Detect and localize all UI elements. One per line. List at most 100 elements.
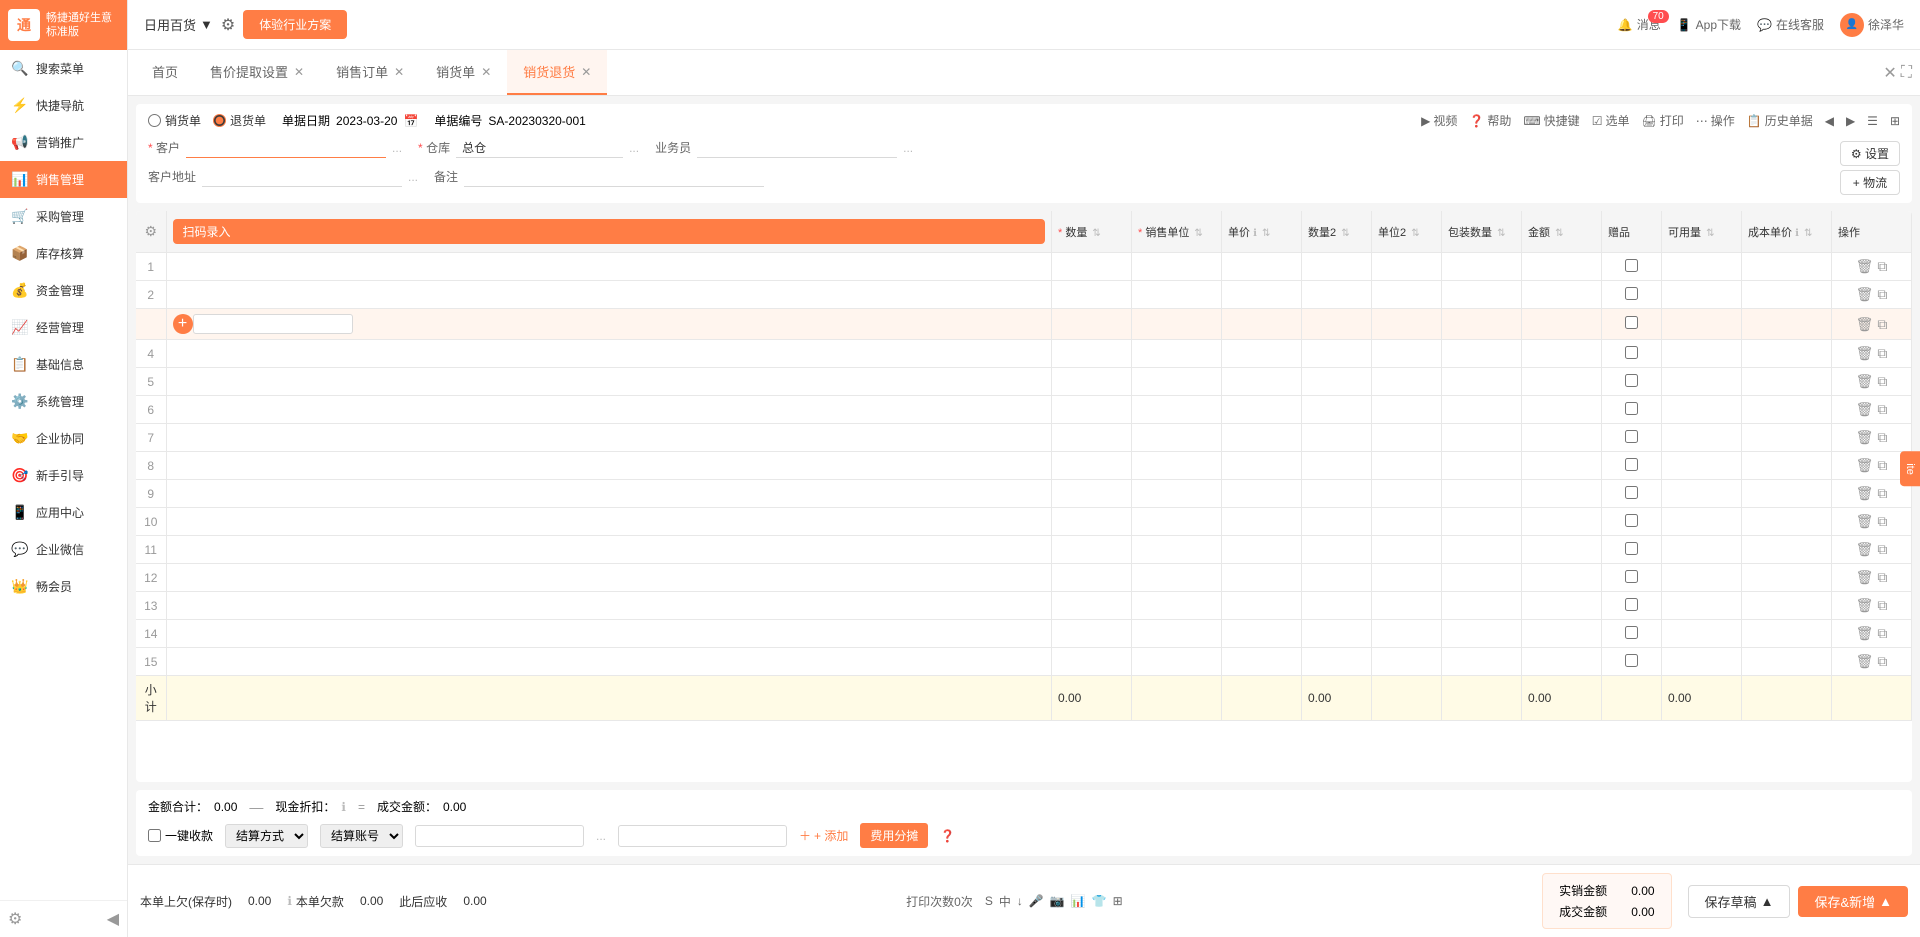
price-cell[interactable] — [1222, 480, 1302, 508]
tool-2[interactable]: 中 — [999, 893, 1011, 910]
price-cell[interactable] — [1222, 508, 1302, 536]
packqty-cell[interactable] — [1442, 396, 1522, 424]
packqty-cell[interactable] — [1442, 564, 1522, 592]
qty2-cell[interactable] — [1302, 253, 1372, 281]
available-cell[interactable] — [1662, 253, 1742, 281]
copy-row-btn[interactable]: ⧉ — [1877, 373, 1887, 390]
price-cell[interactable] — [1222, 620, 1302, 648]
qty-cell[interactable] — [1052, 424, 1132, 452]
unit-cell[interactable] — [1132, 648, 1222, 676]
video-btn[interactable]: ▶ 视频 — [1421, 112, 1457, 129]
unit2-sort-icon[interactable]: ⇅ — [1411, 228, 1419, 239]
unit-cell[interactable] — [1132, 564, 1222, 592]
gift-cell[interactable] — [1602, 480, 1662, 508]
available-cell[interactable] — [1662, 592, 1742, 620]
gift-cell[interactable] — [1602, 620, 1662, 648]
amount-sort-icon[interactable]: ⇅ — [1555, 228, 1563, 239]
copy-row-btn[interactable]: ⧉ — [1877, 569, 1887, 586]
unit2-cell[interactable] — [1372, 253, 1442, 281]
delete-row-btn[interactable]: 🗑 — [1856, 485, 1874, 502]
add-btn[interactable]: ＋ + 添加 — [799, 827, 848, 844]
packqty-cell[interactable] — [1442, 592, 1522, 620]
unit2-cell[interactable] — [1372, 309, 1442, 340]
save-draft-btn[interactable]: 保存草稿 ▲ — [1688, 885, 1791, 918]
tab-sale-goods[interactable]: 销货单 ✕ — [420, 50, 507, 95]
qty-cell[interactable] — [1052, 480, 1132, 508]
price-cell[interactable] — [1222, 368, 1302, 396]
costprice-cell[interactable] — [1742, 281, 1832, 309]
tool-5[interactable]: 📷 — [1050, 894, 1065, 908]
packqty-cell[interactable] — [1442, 340, 1522, 368]
amount-cell[interactable] — [1522, 396, 1602, 424]
copy-row-btn[interactable]: ⧉ — [1877, 653, 1887, 670]
amount-cell[interactable] — [1522, 452, 1602, 480]
user-profile[interactable]: 👤 徐泽华 — [1840, 13, 1904, 37]
unit2-cell[interactable] — [1372, 536, 1442, 564]
unit2-cell[interactable] — [1372, 452, 1442, 480]
available-cell[interactable] — [1662, 424, 1742, 452]
product-cell[interactable] — [166, 564, 1052, 592]
available-cell[interactable] — [1662, 508, 1742, 536]
qty2-cell[interactable] — [1302, 368, 1372, 396]
packqty-cell[interactable] — [1442, 368, 1522, 396]
experience-btn[interactable]: 体验行业方案 — [243, 10, 347, 39]
qty2-cell[interactable] — [1302, 480, 1372, 508]
packqty-sort-icon[interactable]: ⇅ — [1497, 228, 1505, 239]
sidebar-item-system[interactable]: ⚙️ 系统管理 — [0, 383, 127, 420]
tab-close-icon[interactable]: ✕ — [481, 65, 491, 79]
price-cell[interactable] — [1222, 424, 1302, 452]
price-cell[interactable] — [1222, 309, 1302, 340]
packqty-cell[interactable] — [1442, 452, 1522, 480]
qty2-cell[interactable] — [1302, 648, 1372, 676]
copy-row-btn[interactable]: ⧉ — [1877, 429, 1887, 446]
packqty-cell[interactable] — [1442, 281, 1522, 309]
product-cell[interactable] — [166, 480, 1052, 508]
delete-row-btn[interactable]: 🗑 — [1856, 316, 1874, 333]
available-sort-icon[interactable]: ⇅ — [1706, 228, 1714, 239]
copy-row-btn[interactable]: ⧉ — [1877, 541, 1887, 558]
unit-cell[interactable] — [1132, 368, 1222, 396]
accounting-select[interactable]: 结算账号 — [320, 824, 403, 848]
unit-cell[interactable] — [1132, 281, 1222, 309]
unit2-cell[interactable] — [1372, 480, 1442, 508]
amount-cell[interactable] — [1522, 309, 1602, 340]
costprice-cell[interactable] — [1742, 620, 1832, 648]
copy-row-btn[interactable]: ⧉ — [1877, 513, 1887, 530]
qty2-cell[interactable] — [1302, 340, 1372, 368]
shortcut-btn[interactable]: ⌨ 快捷键 — [1523, 112, 1579, 129]
gift-cell[interactable] — [1602, 536, 1662, 564]
unit2-cell[interactable] — [1372, 340, 1442, 368]
fee-split-btn[interactable]: 费用分摊 — [860, 823, 928, 848]
qty-cell[interactable] — [1052, 253, 1132, 281]
amount-cell[interactable] — [1522, 620, 1602, 648]
online-service-btn[interactable]: 💬 在线客服 — [1757, 16, 1824, 33]
unit-cell[interactable] — [1132, 309, 1222, 340]
costprice-cell[interactable] — [1742, 480, 1832, 508]
tab-home[interactable]: 首页 — [136, 50, 194, 95]
gift-cell[interactable] — [1602, 648, 1662, 676]
gift-cell[interactable] — [1602, 309, 1662, 340]
unit-cell[interactable] — [1132, 396, 1222, 424]
delete-row-btn[interactable]: 🗑 — [1856, 457, 1874, 474]
settlement-select[interactable]: 结算方式 — [225, 824, 308, 848]
price-cell[interactable] — [1222, 536, 1302, 564]
sidebar-item-purchase[interactable]: 🛒 采购管理 — [0, 198, 127, 235]
delete-row-btn[interactable]: 🗑 — [1856, 401, 1874, 418]
gift-cell[interactable] — [1602, 368, 1662, 396]
qty2-cell[interactable] — [1302, 620, 1372, 648]
amount-cell[interactable] — [1522, 592, 1602, 620]
next-record-btn[interactable]: ▶ — [1846, 114, 1855, 128]
tab-sale-order[interactable]: 销售订单 ✕ — [320, 50, 420, 95]
list-view-btn[interactable]: ☰ — [1867, 114, 1878, 128]
available-cell[interactable] — [1662, 281, 1742, 309]
close-tab-btn[interactable]: ✕ — [1883, 63, 1896, 83]
sidebar-item-enterprise[interactable]: 🤝 企业协同 — [0, 420, 127, 457]
gift-cell[interactable] — [1602, 340, 1662, 368]
qty2-sort-icon[interactable]: ⇅ — [1341, 228, 1349, 239]
copy-row-btn[interactable]: ⧉ — [1877, 401, 1887, 418]
history-btn[interactable]: 📋 历史单据 — [1747, 112, 1813, 129]
tool-8[interactable]: ⊞ — [1113, 894, 1123, 908]
packqty-cell[interactable] — [1442, 309, 1522, 340]
packqty-cell[interactable] — [1442, 648, 1522, 676]
scan-btn[interactable]: 扫码录入 — [173, 219, 1046, 244]
